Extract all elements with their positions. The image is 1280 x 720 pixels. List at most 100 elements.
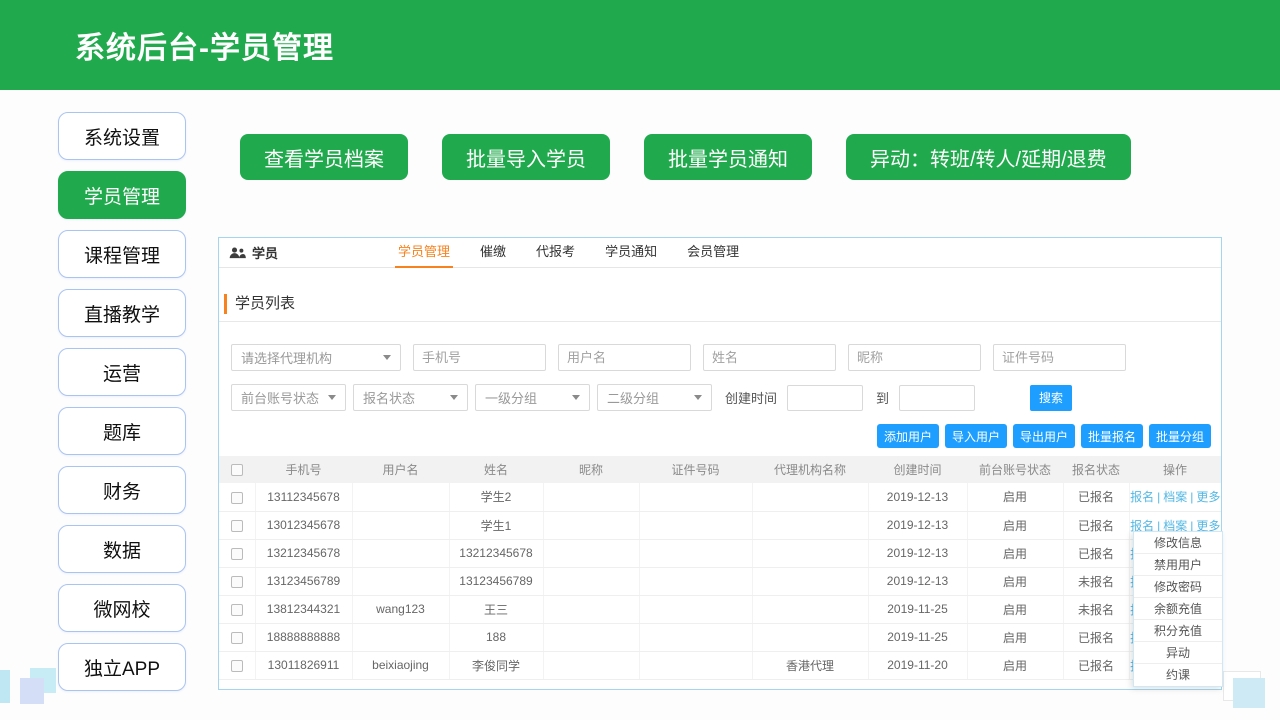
tab-bar: 学员管理催缴代报考学员通知会员管理 (383, 238, 754, 268)
select-value: 二级分组 (607, 388, 659, 407)
sidebar-item[interactable]: 系统设置 (58, 112, 186, 160)
cell (752, 567, 868, 595)
context-menu-item[interactable]: 修改信息 (1134, 532, 1222, 554)
cell: 13212345678 (255, 539, 352, 567)
sidebar-item[interactable]: 学员管理 (58, 171, 186, 219)
module-label: 学员 (252, 243, 278, 262)
cell (639, 511, 752, 539)
select-all-checkbox[interactable] (231, 464, 243, 476)
section-accent-bar (224, 294, 227, 314)
status-select[interactable]: 一级分组 (475, 384, 590, 411)
context-menu-item[interactable]: 异动 (1134, 642, 1222, 664)
cell (639, 595, 752, 623)
quick-action-button[interactable]: 查看学员档案 (240, 134, 408, 180)
student-panel: 学员 学员管理催缴代报考学员通知会员管理 学员列表 请选择代理机构 前台账号状态… (218, 237, 1222, 690)
quick-action-button[interactable]: 批量导入学员 (442, 134, 610, 180)
sidebar-item[interactable]: 数据 (58, 525, 186, 573)
cell: 2019-12-13 (868, 539, 967, 567)
cell (639, 567, 752, 595)
sidebar-item[interactable]: 直播教学 (58, 289, 186, 337)
cell: 启用 (967, 567, 1063, 595)
select-value: 请选择代理机构 (241, 348, 332, 367)
search-button[interactable]: 搜索 (1030, 385, 1072, 411)
sidebar-item[interactable]: 财务 (58, 466, 186, 514)
action-separator: | (1157, 490, 1160, 504)
row-action-link[interactable]: 报名 (1130, 490, 1154, 504)
quick-action-button[interactable]: 异动：转班/转人/延期/退费 (846, 134, 1131, 180)
row-checkbox[interactable] (231, 492, 243, 504)
decoration-square (1233, 678, 1265, 708)
cell: 18888888888 (255, 623, 352, 651)
filter-input[interactable] (993, 344, 1126, 371)
tab[interactable]: 学员管理 (395, 238, 453, 268)
students-table: 手机号用户名姓名昵称证件号码代理机构名称创建时间前台账号状态报名状态操作 131… (219, 456, 1221, 680)
sidebar-item[interactable]: 独立APP (58, 643, 186, 691)
bulk-action-button[interactable]: 导入用户 (945, 424, 1007, 448)
tab[interactable]: 代报考 (533, 238, 578, 268)
row-checkbox[interactable] (231, 660, 243, 672)
cell: 2019-12-13 (868, 483, 967, 511)
cell: 2019-11-20 (868, 651, 967, 679)
action-separator: | (1190, 490, 1193, 504)
status-select[interactable]: 二级分组 (597, 384, 712, 411)
cell: 13812344321 (255, 595, 352, 623)
context-menu-item[interactable]: 禁用用户 (1134, 554, 1222, 576)
chevron-down-icon (450, 395, 458, 400)
students-icon (229, 247, 246, 259)
tab[interactable]: 学员通知 (602, 238, 660, 268)
row-actions: 报名|档案|更多 (1129, 483, 1221, 511)
sidebar-item[interactable]: 微网校 (58, 584, 186, 632)
tab[interactable]: 催缴 (477, 238, 509, 268)
row-checkbox[interactable] (231, 632, 243, 644)
column-header: 前台账号状态 (967, 456, 1063, 483)
context-menu-item[interactable]: 约课 (1134, 664, 1222, 686)
select-value: 报名状态 (363, 388, 415, 407)
row-checkbox[interactable] (231, 548, 243, 560)
bulk-action-button[interactable]: 添加用户 (877, 424, 939, 448)
status-select[interactable]: 报名状态 (353, 384, 468, 411)
cell: 13123456789 (449, 567, 543, 595)
row-checkbox[interactable] (231, 604, 243, 616)
cell: 13112345678 (255, 483, 352, 511)
row-action-link[interactable]: 档案 (1163, 490, 1187, 504)
sidebar-item[interactable]: 题库 (58, 407, 186, 455)
context-menu-item[interactable]: 余额充值 (1134, 598, 1222, 620)
bulk-action-button[interactable]: 批量报名 (1081, 424, 1143, 448)
page-title: 系统后台-学员管理 (75, 23, 334, 67)
cell (752, 511, 868, 539)
cell: 2019-12-13 (868, 511, 967, 539)
module-title: 学员 (229, 243, 278, 262)
filter-input[interactable] (848, 344, 981, 371)
cell (752, 623, 868, 651)
status-select[interactable]: 前台账号状态 (231, 384, 346, 411)
cell: 13212345678 (449, 539, 543, 567)
filter-input[interactable] (413, 344, 546, 371)
sidebar-item[interactable]: 课程管理 (58, 230, 186, 278)
row-checkbox[interactable] (231, 520, 243, 532)
context-menu-item[interactable]: 积分充值 (1134, 620, 1222, 642)
chevron-down-icon (694, 395, 702, 400)
row-checkbox[interactable] (231, 576, 243, 588)
cell: 启用 (967, 651, 1063, 679)
tab[interactable]: 会员管理 (684, 238, 742, 268)
row-action-link[interactable]: 更多 (1196, 490, 1220, 504)
filter-row-2: 前台账号状态报名状态一级分组二级分组 创建时间 到 搜索 (219, 384, 1221, 411)
table-row: 13812344321wang123王三2019-11-25启用未报名报名|档案… (219, 595, 1221, 623)
context-menu-item[interactable]: 修改密码 (1134, 576, 1222, 598)
cell (543, 539, 639, 567)
cell (639, 539, 752, 567)
more-context-menu: 修改信息禁用用户修改密码余额充值积分充值异动约课 (1133, 531, 1223, 687)
filter-row-1: 请选择代理机构 (219, 344, 1221, 371)
cell: 学生1 (449, 511, 543, 539)
panel-header: 学员 学员管理催缴代报考学员通知会员管理 (219, 238, 1221, 268)
column-header: 手机号 (255, 456, 352, 483)
bulk-action-button[interactable]: 批量分组 (1149, 424, 1211, 448)
created-from-input[interactable] (787, 385, 863, 411)
quick-action-button[interactable]: 批量学员通知 (644, 134, 812, 180)
filter-input[interactable] (703, 344, 836, 371)
agency-select[interactable]: 请选择代理机构 (231, 344, 401, 371)
sidebar-item[interactable]: 运营 (58, 348, 186, 396)
created-to-input[interactable] (899, 385, 975, 411)
filter-input[interactable] (558, 344, 691, 371)
bulk-action-button[interactable]: 导出用户 (1013, 424, 1075, 448)
